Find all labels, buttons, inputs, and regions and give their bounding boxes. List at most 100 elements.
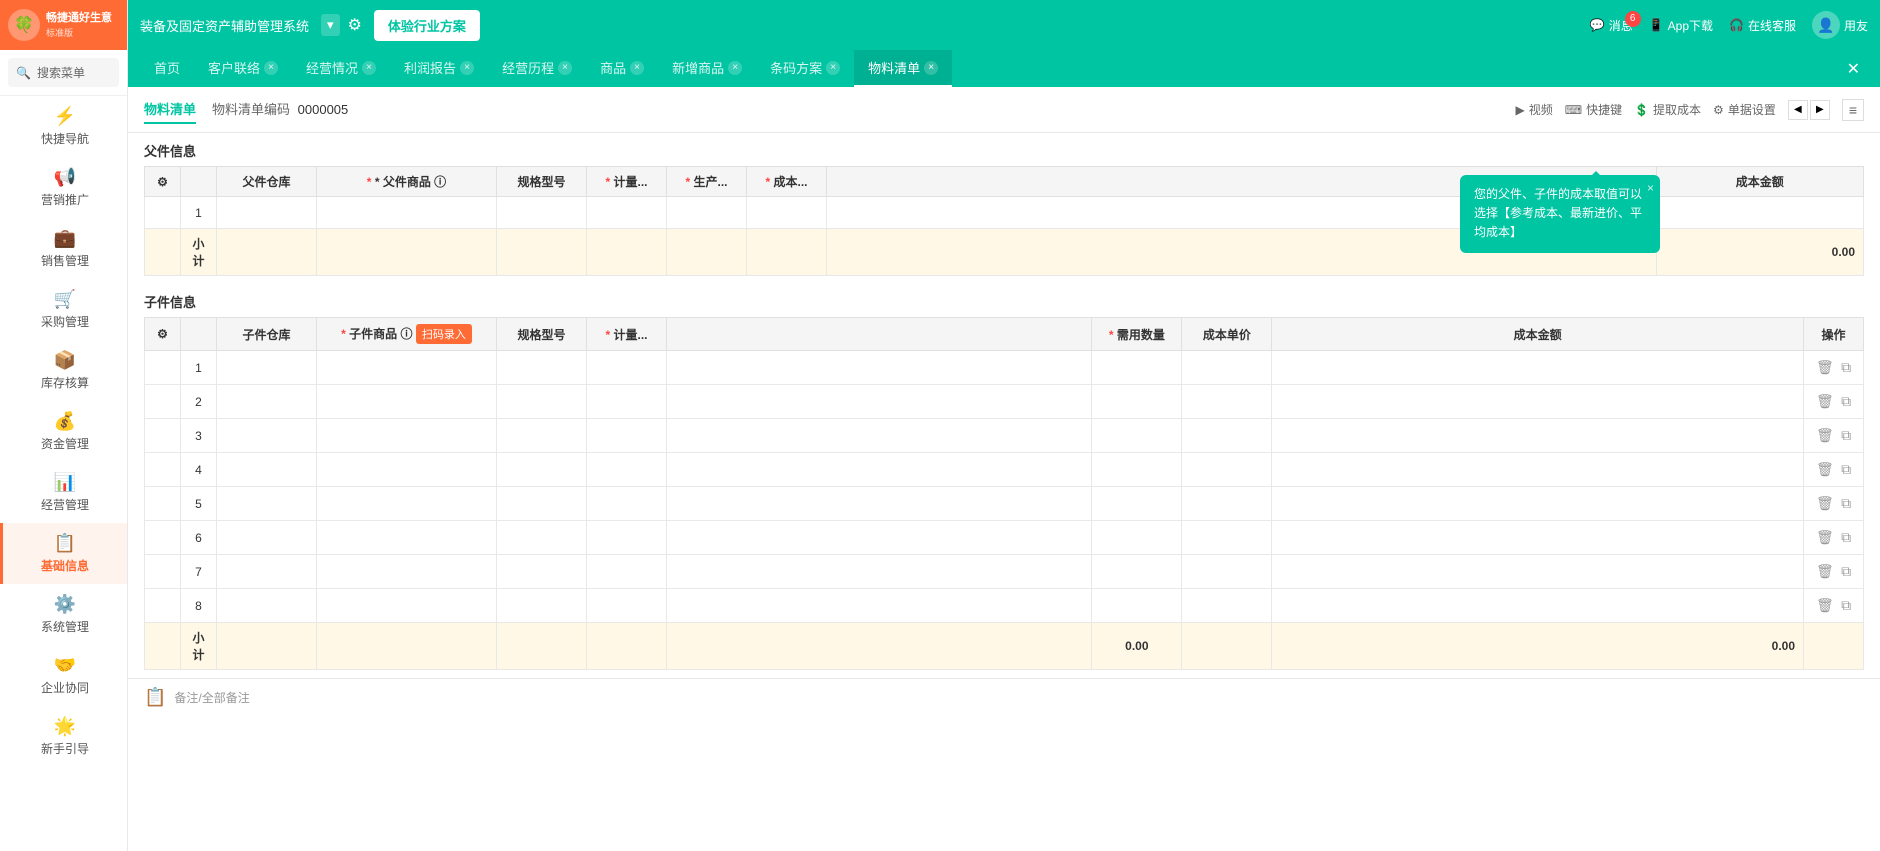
close-all-tabs-button[interactable]: ✕ <box>1839 55 1868 83</box>
sub-tab-bom-code[interactable]: 物料清单编码 0000005 <box>212 95 348 124</box>
child-row1-unit[interactable] <box>587 351 667 385</box>
child-row3-product[interactable] <box>317 419 497 453</box>
child-row5-warehouse[interactable] <box>217 487 317 521</box>
child-row5-copy-button[interactable]: ⧉ <box>1839 493 1853 514</box>
child-row1-delete-button[interactable]: 🗑 <box>1814 357 1836 378</box>
child-col-gear[interactable]: ⚙ <box>145 318 181 351</box>
child-row2-delete-button[interactable]: 🗑 <box>1814 391 1836 412</box>
sub-tab-bom-list[interactable]: 物料清单 <box>144 95 196 124</box>
parent-row1-product[interactable] <box>317 197 497 229</box>
child-row2-copy-button[interactable]: ⧉ <box>1839 391 1853 412</box>
child-row3-warehouse[interactable] <box>217 419 317 453</box>
child-row6-delete-button[interactable]: 🗑 <box>1814 527 1836 548</box>
tooltip-close-button[interactable]: × <box>1647 179 1654 198</box>
child-row3-spec[interactable] <box>497 419 587 453</box>
child-row2-warehouse[interactable] <box>217 385 317 419</box>
scan-input-button[interactable]: 扫码录入 <box>416 324 472 344</box>
tab-bom[interactable]: 物料清单 × <box>854 50 952 87</box>
settings-button[interactable]: ⚙ <box>344 11 366 39</box>
child-row1-copy-button[interactable]: ⧉ <box>1839 357 1853 378</box>
sidebar-item-finance[interactable]: 💰 资金管理 <box>0 401 127 462</box>
child-row1-warehouse[interactable] <box>217 351 317 385</box>
child-row4-unit[interactable] <box>587 453 667 487</box>
child-row5-product[interactable] <box>317 487 497 521</box>
child-row7-spec[interactable] <box>497 555 587 589</box>
child-row6-qty[interactable] <box>1092 521 1182 555</box>
tab-products-close[interactable]: × <box>630 61 644 75</box>
child-row4-spec[interactable] <box>497 453 587 487</box>
child-row6-unitcost[interactable] <box>1182 521 1272 555</box>
tab-operations[interactable]: 经营情况 × <box>292 50 390 87</box>
child-row7-qty[interactable] <box>1092 555 1182 589</box>
sidebar-item-operations[interactable]: 📊 经营管理 <box>0 462 127 523</box>
tab-next-button[interactable]: ▶ <box>1810 100 1830 120</box>
child-row1-spec[interactable] <box>497 351 587 385</box>
child-row7-delete-button[interactable]: 🗑 <box>1814 561 1836 582</box>
child-row3-unitcost[interactable] <box>1182 419 1272 453</box>
search-menu-button[interactable]: 🔍 搜索菜单 <box>8 58 119 87</box>
tab-barcode-close[interactable]: × <box>826 61 840 75</box>
shortcut-action[interactable]: ⌨ 快捷键 <box>1565 101 1622 118</box>
cost-action[interactable]: 💲 提取成本 <box>1634 101 1701 118</box>
app-download-button[interactable]: 📱 App下载 <box>1649 17 1713 34</box>
view-action[interactable]: ▶ 视频 <box>1515 101 1552 118</box>
online-service-button[interactable]: 🎧 在线客服 <box>1729 17 1796 34</box>
child-row5-qty[interactable] <box>1092 487 1182 521</box>
child-row2-qty[interactable] <box>1092 385 1182 419</box>
parent-row1-prod[interactable] <box>667 197 747 229</box>
tab-history-close[interactable]: × <box>558 61 572 75</box>
tab-bom-close[interactable]: × <box>924 61 938 75</box>
child-row4-product[interactable] <box>317 453 497 487</box>
parent-row1-unit[interactable] <box>587 197 667 229</box>
tab-products[interactable]: 商品 × <box>586 50 658 87</box>
tab-new-product-close[interactable]: × <box>728 61 742 75</box>
tab-operations-close[interactable]: × <box>362 61 376 75</box>
parent-row1-warehouse[interactable] <box>217 197 317 229</box>
child-row8-product[interactable] <box>317 589 497 623</box>
child-row6-spec[interactable] <box>497 521 587 555</box>
child-row5-delete-button[interactable]: 🗑 <box>1814 493 1836 514</box>
sidebar-item-enterprise[interactable]: 🤝 企业协同 <box>0 645 127 706</box>
tab-profit[interactable]: 利润报告 × <box>390 50 488 87</box>
parent-col-gear[interactable]: ⚙ <box>145 167 181 197</box>
child-row3-qty[interactable] <box>1092 419 1182 453</box>
child-row8-spec[interactable] <box>497 589 587 623</box>
child-row8-unitcost[interactable] <box>1182 589 1272 623</box>
child-row7-unit[interactable] <box>587 555 667 589</box>
child-row8-unit[interactable] <box>587 589 667 623</box>
tab-history[interactable]: 经营历程 × <box>488 50 586 87</box>
child-row7-unitcost[interactable] <box>1182 555 1272 589</box>
tab-prev-button[interactable]: ◀ <box>1788 100 1808 120</box>
child-row7-warehouse[interactable] <box>217 555 317 589</box>
child-row7-copy-button[interactable]: ⧉ <box>1839 561 1853 582</box>
child-row2-unit[interactable] <box>587 385 667 419</box>
child-row4-copy-button[interactable]: ⧉ <box>1839 459 1853 480</box>
child-row6-product[interactable] <box>317 521 497 555</box>
child-row5-unitcost[interactable] <box>1182 487 1272 521</box>
sidebar-item-purchase[interactable]: 🛒 采购管理 <box>0 279 127 340</box>
child-row4-qty[interactable] <box>1092 453 1182 487</box>
child-row5-spec[interactable] <box>497 487 587 521</box>
sidebar-item-marketing[interactable]: 📢 营销推广 <box>0 157 127 218</box>
child-row6-copy-button[interactable]: ⧉ <box>1839 527 1853 548</box>
tab-customers[interactable]: 客户联络 × <box>194 50 292 87</box>
child-row7-product[interactable] <box>317 555 497 589</box>
single-settings-action[interactable]: ⚙ 单据设置 <box>1713 101 1776 118</box>
tab-barcode[interactable]: 条码方案 × <box>756 50 854 87</box>
tab-customers-close[interactable]: × <box>264 61 278 75</box>
sidebar-item-basic[interactable]: 📋 基础信息 <box>0 523 127 584</box>
child-row8-qty[interactable] <box>1092 589 1182 623</box>
tab-home[interactable]: 首页 <box>140 50 194 87</box>
child-row5-unit[interactable] <box>587 487 667 521</box>
child-row8-delete-button[interactable]: 🗑 <box>1814 595 1836 616</box>
child-row1-product[interactable] <box>317 351 497 385</box>
child-row3-unit[interactable] <box>587 419 667 453</box>
child-row1-qty[interactable] <box>1092 351 1182 385</box>
system-dropdown-button[interactable]: ▾ <box>321 14 340 36</box>
child-row3-copy-button[interactable]: ⧉ <box>1839 425 1853 446</box>
hamburger-button[interactable]: ≡ <box>1842 99 1864 121</box>
tab-profit-close[interactable]: × <box>460 61 474 75</box>
user-button[interactable]: 👤 用友 <box>1812 11 1868 39</box>
child-row6-warehouse[interactable] <box>217 521 317 555</box>
child-row4-warehouse[interactable] <box>217 453 317 487</box>
